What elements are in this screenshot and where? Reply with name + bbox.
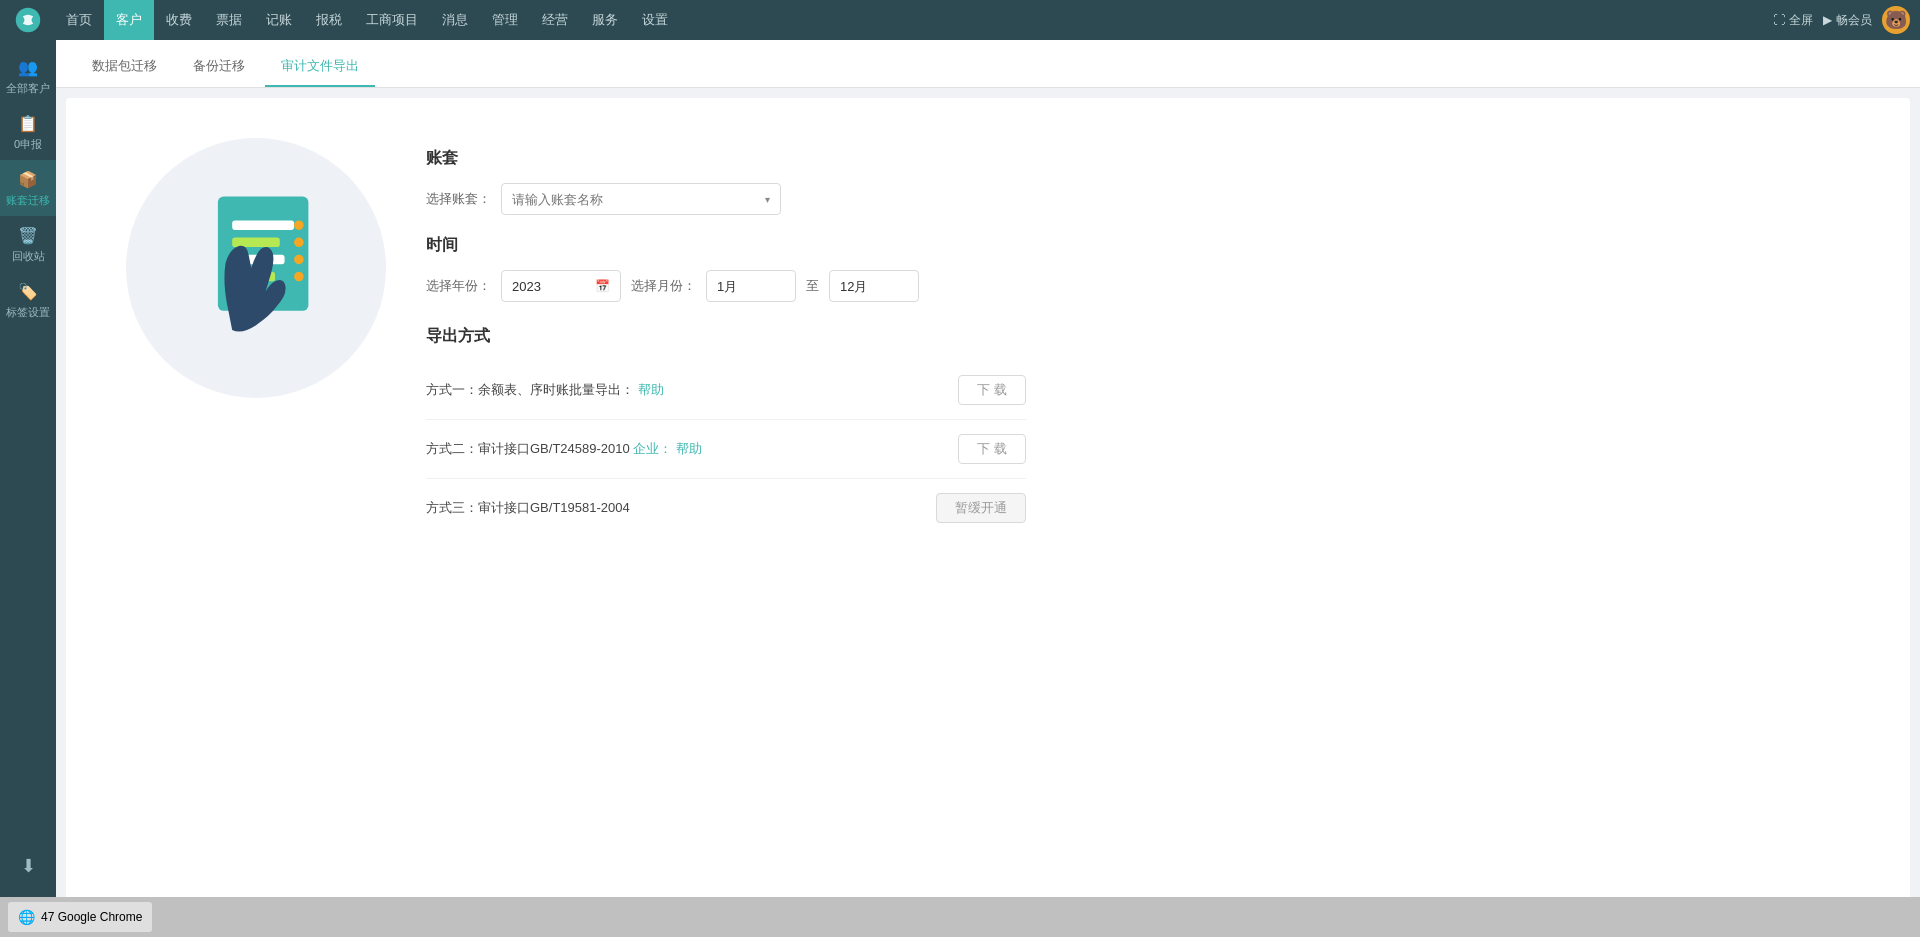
sidebar-item-zero-declare[interactable]: 📋 0申报	[0, 104, 56, 160]
nav-bookkeeping[interactable]: 记账	[254, 0, 304, 40]
export-method-3: 方式三：审计接口GB/T19581-2004 暂缓开通	[426, 479, 1026, 537]
export-method-2-company[interactable]: 企业：	[633, 441, 672, 456]
year-value-input[interactable]	[512, 279, 572, 294]
taskbar-chrome[interactable]: 🌐 47 Google Chrome	[8, 902, 152, 932]
main-layout: 👥 全部客户 📋 0申报 📦 账套迁移 🗑️ 回收站 🏷️ 标签设置 ⬇ ❓ 数…	[0, 40, 1920, 937]
calendar-icon: 📅	[595, 279, 610, 293]
nav-billing[interactable]: 收费	[154, 0, 204, 40]
user-avatar[interactable]: 🐻	[1882, 6, 1910, 34]
recycle-icon: 🗑️	[17, 224, 39, 246]
month-end-dropdown[interactable]: 1月2月3月4月 5月6月7月8月 9月10月11月12月	[840, 279, 908, 294]
svg-point-7	[294, 238, 304, 248]
tab-audit-export[interactable]: 审计文件导出	[265, 47, 375, 87]
svg-point-6	[294, 220, 304, 230]
export-method-2: 方式二：审计接口GB/T24589-2010 企业： 帮助 下 载	[426, 420, 1026, 479]
svg-point-8	[294, 255, 304, 265]
nav-manage[interactable]: 管理	[480, 0, 530, 40]
tag-settings-icon: 🏷️	[17, 280, 39, 302]
vip-button[interactable]: ▶ 畅会员	[1823, 12, 1872, 29]
account-name-input[interactable]	[512, 192, 765, 207]
nav-home[interactable]: 首页	[54, 0, 104, 40]
tabs-bar: 数据包迁移 备份迁移 审计文件导出	[56, 40, 1920, 88]
export-method-3-label: 方式三：审计接口GB/T19581-2004	[426, 499, 630, 517]
sidebar-item-recycle[interactable]: 🗑️ 回收站	[0, 216, 56, 272]
nav-customer[interactable]: 客户	[104, 0, 154, 40]
month-start-dropdown[interactable]: 1月2月3月4月 5月6月7月8月 9月10月11月12月	[717, 279, 785, 294]
year-label: 选择年份：	[426, 277, 491, 295]
illustration	[126, 138, 386, 398]
export-method-1-help[interactable]: 帮助	[638, 382, 664, 397]
export-method-2-help[interactable]: 帮助	[676, 441, 702, 456]
account-select-row: 选择账套： ▾	[426, 183, 1026, 215]
time-section-title: 时间	[426, 235, 1026, 256]
svg-rect-2	[232, 220, 294, 230]
month-end-select[interactable]: 1月2月3月4月 5月6月7月8月 9月10月11月12月	[829, 270, 919, 302]
sidebar-item-tag-settings[interactable]: 🏷️ 标签设置	[0, 272, 56, 328]
nav-settings[interactable]: 设置	[630, 0, 680, 40]
month-label: 选择月份：	[631, 277, 696, 295]
account-section-title: 账套	[426, 148, 1026, 169]
chrome-icon: 🌐	[18, 909, 35, 925]
export-section: 导出方式 方式一：余额表、序时账批量导出： 帮助 下 载	[426, 326, 1026, 537]
nav-items: 首页 客户 收费 票据 记账 报税 工商项目 消息 管理 经营 服务 设置	[54, 0, 1773, 40]
zero-declare-icon: 📋	[17, 112, 39, 134]
account-select-label: 选择账套：	[426, 190, 491, 208]
export-method-1: 方式一：余额表、序时账批量导出： 帮助 下 载	[426, 361, 1026, 420]
nav-tax[interactable]: 报税	[304, 0, 354, 40]
account-chevron-icon: ▾	[765, 194, 770, 205]
year-input[interactable]: 📅	[501, 270, 621, 302]
form-section: 账套 选择账套： ▾ 时间 选择年份： 📅	[86, 118, 1890, 557]
nav-right-actions: ⛶ 全屏 ▶ 畅会员 🐻	[1773, 6, 1910, 34]
content-area: 数据包迁移 备份迁移 审计文件导出	[56, 40, 1920, 937]
export-method-2-button[interactable]: 下 载	[958, 434, 1026, 464]
export-method-2-label: 方式二：审计接口GB/T24589-2010 企业： 帮助	[426, 440, 702, 458]
nav-invoice[interactable]: 票据	[204, 0, 254, 40]
account-input[interactable]: ▾	[501, 183, 781, 215]
sidebar-download-icon[interactable]: ⬇	[0, 847, 56, 885]
app-logo[interactable]	[10, 2, 46, 38]
all-customers-icon: 👥	[17, 56, 39, 78]
page-content: 账套 选择账套： ▾ 时间 选择年份： 📅	[66, 98, 1910, 927]
chrome-label: 47 Google Chrome	[41, 910, 142, 924]
nav-message[interactable]: 消息	[430, 0, 480, 40]
svg-rect-3	[232, 238, 280, 248]
sidebar-item-account-migration[interactable]: 📦 账套迁移	[0, 160, 56, 216]
sidebar: 👥 全部客户 📋 0申报 📦 账套迁移 🗑️ 回收站 🏷️ 标签设置 ⬇ ❓	[0, 40, 56, 937]
sidebar-item-all-customers[interactable]: 👥 全部客户	[0, 48, 56, 104]
tab-backup-migration[interactable]: 备份迁移	[177, 47, 261, 87]
time-row: 选择年份： 📅 选择月份： 1月2月3月4月 5月6月7月8月 9月10月11月…	[426, 270, 1026, 302]
taskbar: 🌐 47 Google Chrome	[0, 897, 1920, 937]
nav-business[interactable]: 工商项目	[354, 0, 430, 40]
svg-point-9	[294, 272, 304, 282]
export-method-3-button[interactable]: 暂缓开通	[936, 493, 1026, 523]
to-separator: 至	[806, 277, 819, 295]
account-migration-icon: 📦	[17, 168, 39, 190]
nav-service[interactable]: 服务	[580, 0, 630, 40]
top-navigation: 首页 客户 收费 票据 记账 报税 工商项目 消息 管理 经营 服务 设置 ⛶ …	[0, 0, 1920, 40]
nav-operation[interactable]: 经营	[530, 0, 580, 40]
tab-data-migration[interactable]: 数据包迁移	[76, 47, 173, 87]
form-panel: 账套 选择账套： ▾ 时间 选择年份： 📅	[426, 138, 1026, 537]
month-start-select[interactable]: 1月2月3月4月 5月6月7月8月 9月10月11月12月	[706, 270, 796, 302]
export-section-title: 导出方式	[426, 326, 1026, 347]
export-method-1-button[interactable]: 下 载	[958, 375, 1026, 405]
export-method-1-label: 方式一：余额表、序时账批量导出： 帮助	[426, 381, 664, 399]
fullscreen-button[interactable]: ⛶ 全屏	[1773, 12, 1813, 29]
